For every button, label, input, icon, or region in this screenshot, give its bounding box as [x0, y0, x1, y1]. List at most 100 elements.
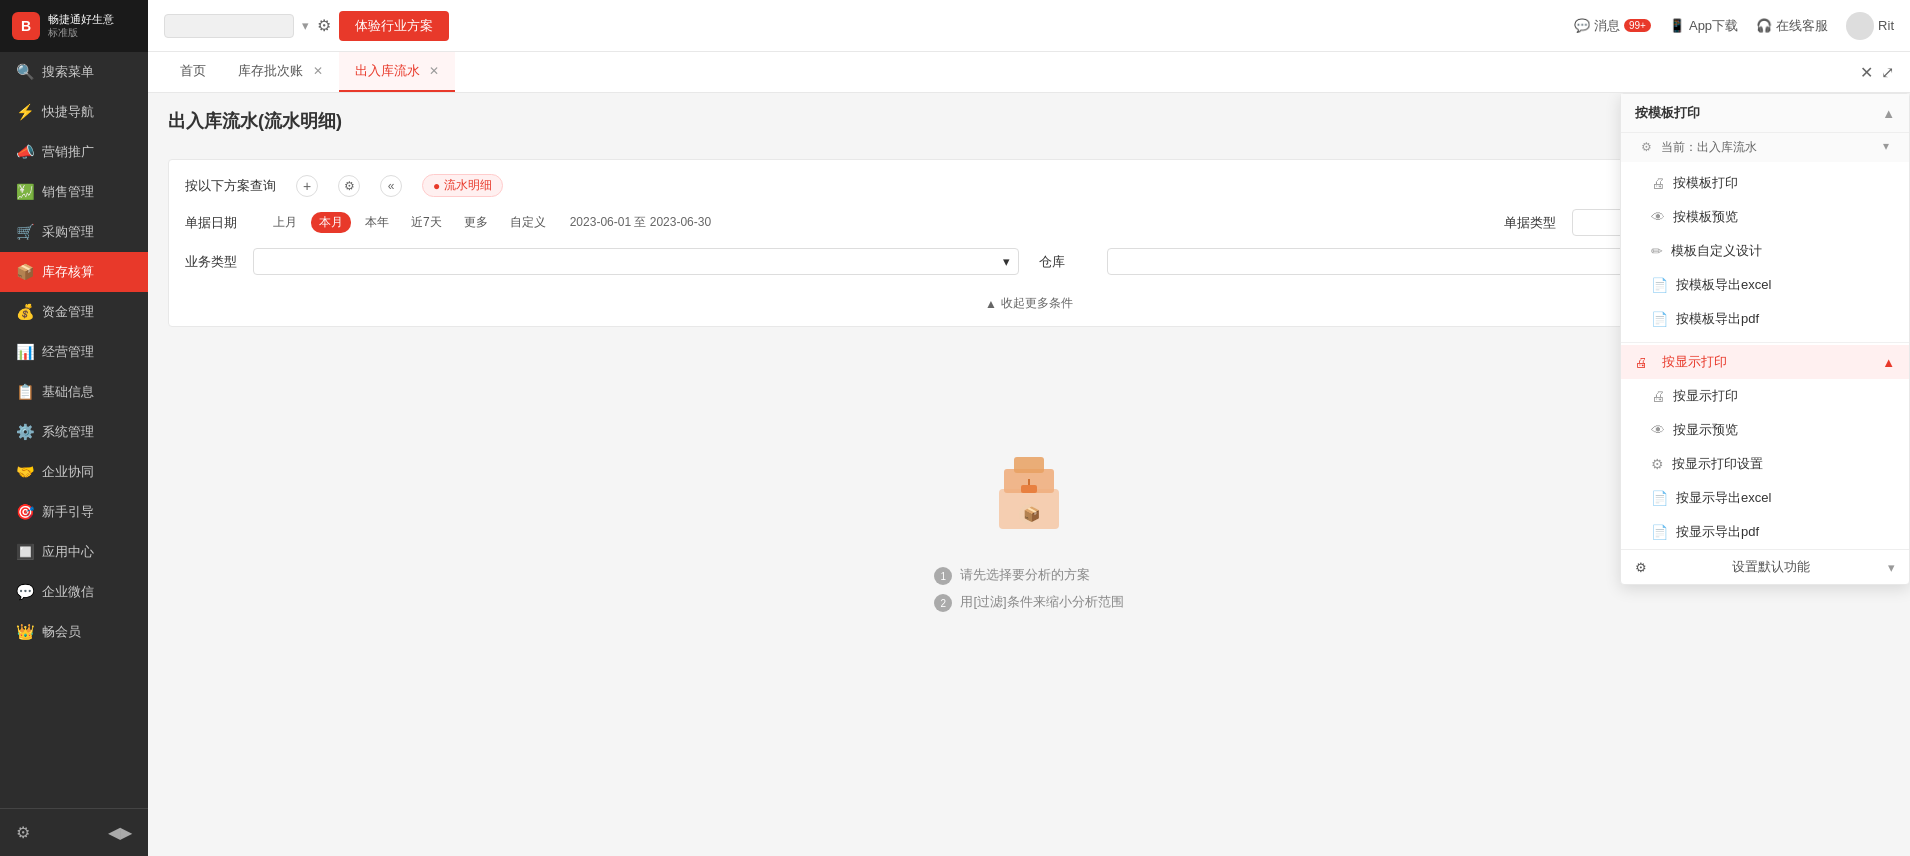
filter-add-button[interactable]: +	[296, 175, 318, 197]
sidebar-item-marketing[interactable]: 📣 营销推广	[0, 132, 148, 172]
sidebar-item-label: 基础信息	[42, 383, 94, 401]
purchase-icon: 🛒	[16, 223, 34, 241]
user-profile[interactable]: Rit	[1846, 12, 1894, 40]
settings-default-icon: ⚙	[1635, 560, 1647, 575]
step-2-text: 用[过滤]条件来缩小分析范围	[960, 593, 1123, 611]
header-left: ▾ ⚙ 体验行业方案	[164, 11, 1562, 41]
sidebar-item-operations[interactable]: 📊 经营管理	[0, 332, 148, 372]
online-service-action[interactable]: 🎧 在线客服	[1756, 17, 1828, 35]
template-export-excel-item[interactable]: 📄 按模板导出excel	[1621, 268, 1909, 302]
sidebar-item-sales[interactable]: 💹 销售管理	[0, 172, 148, 212]
guide-icon: 🎯	[16, 503, 34, 521]
members-icon: 👑	[16, 623, 34, 641]
sidebar-settings-icon[interactable]: ⚙	[16, 823, 30, 842]
tab-inventory-flow-close[interactable]: ✕	[429, 64, 439, 78]
date-btn-more[interactable]: 更多	[456, 212, 496, 233]
template-preview-label: 按模板预览	[1673, 208, 1738, 226]
sidebar-item-guide[interactable]: 🎯 新手引导	[0, 492, 148, 532]
sidebar-item-members[interactable]: 👑 畅会员	[0, 612, 148, 652]
display-print-section-header[interactable]: 🖨 按显示打印 ▲	[1621, 345, 1909, 379]
sidebar-item-finance[interactable]: 💰 资金管理	[0, 292, 148, 332]
sidebar-item-label: 企业微信	[42, 583, 94, 601]
step-1-text: 请先选择要分析的方案	[960, 566, 1090, 584]
date-btn-this-year[interactable]: 本年	[357, 212, 397, 233]
template-print-item[interactable]: 🖨 按模板打印	[1621, 166, 1909, 200]
date-btn-this-month[interactable]: 本月	[311, 212, 351, 233]
template-preview-icon: 👁	[1651, 209, 1665, 225]
template-preview-item[interactable]: 👁 按模板预览	[1621, 200, 1909, 234]
display-print-section-icon: 🖨	[1635, 355, 1648, 370]
filter-settings-button[interactable]: ⚙	[338, 175, 360, 197]
user-name: Rit	[1878, 18, 1894, 33]
phone-icon: 📱	[1669, 18, 1685, 33]
sidebar-item-label: 应用中心	[42, 543, 94, 561]
date-btn-last-month[interactable]: 上月	[265, 212, 305, 233]
tab-inventory-flow[interactable]: 出入库流水 ✕	[339, 52, 456, 92]
sidebar-item-enterprise[interactable]: 🤝 企业协同	[0, 452, 148, 492]
app-center-icon: 🔲	[16, 543, 34, 561]
display-print-item[interactable]: 🖨 按显示打印	[1621, 379, 1909, 413]
tab-expand-button[interactable]: ⤢	[1881, 63, 1894, 82]
sidebar-item-enterprise-wx[interactable]: 💬 企业微信	[0, 572, 148, 612]
collapse-label: 收起更多条件	[1001, 295, 1073, 312]
template-export-pdf-item[interactable]: 📄 按模板导出pdf	[1621, 302, 1909, 336]
sidebar-item-inventory[interactable]: 📦 库存核算	[0, 252, 148, 292]
app-download-action[interactable]: 📱 App下载	[1669, 17, 1738, 35]
template-export-pdf-label: 按模板导出pdf	[1676, 310, 1759, 328]
sidebar-item-search-menu[interactable]: 🔍 搜索菜单	[0, 52, 148, 92]
sidebar-item-app-center[interactable]: 🔲 应用中心	[0, 532, 148, 572]
tab-inventory-flow-label: 出入库流水	[355, 63, 420, 78]
collapse-up-icon: ▲	[985, 297, 997, 311]
display-export-excel-item[interactable]: 📄 按显示导出excel	[1621, 481, 1909, 515]
dropdown-header: 按模板打印 ▲	[1621, 94, 1909, 133]
current-template-item[interactable]: ⚙ 当前：出入库流水 ▾	[1621, 133, 1909, 162]
display-print-settings-item[interactable]: ⚙ 按显示打印设置	[1621, 447, 1909, 481]
template-custom-item[interactable]: ✏ 模板自定义设计	[1621, 234, 1909, 268]
tab-batch-account[interactable]: 库存批次账 ✕	[222, 52, 339, 92]
tab-right-controls: ✕ ⤢	[1860, 63, 1894, 82]
collapse-conditions-button[interactable]: ▲ 收起更多条件	[985, 295, 1073, 312]
sidebar-item-label: 采购管理	[42, 223, 94, 241]
display-export-pdf-icon: 📄	[1651, 524, 1668, 540]
message-action[interactable]: 💬 消息 99+	[1574, 17, 1651, 35]
dropdown-chevron-up: ▲	[1882, 106, 1895, 121]
sidebar-bottom: ⚙ ◀▶	[0, 808, 148, 856]
sidebar-item-label: 经营管理	[42, 343, 94, 361]
display-export-excel-icon: 📄	[1651, 490, 1668, 506]
display-preview-item[interactable]: 👁 按显示预览	[1621, 413, 1909, 447]
top-header: ▾ ⚙ 体验行业方案 💬 消息 99+ 📱 App下载 🎧 在线客服 Rit	[148, 0, 1910, 52]
template-custom-icon: ✏	[1651, 243, 1663, 259]
industry-solution-button[interactable]: 体验行业方案	[339, 11, 449, 41]
footer-chevron-down: ▾	[1888, 560, 1895, 575]
enterprise-icon: 🤝	[16, 463, 34, 481]
date-btn-last-7-days[interactable]: 近7天	[403, 212, 450, 233]
current-template-label: 当前：出入库流水	[1661, 140, 1757, 154]
sidebar-scroll: 🔍 搜索菜单 ⚡ 快捷导航 📣 营销推广 💹 销售管理 🛒 采购管理 📦 库存核…	[0, 52, 148, 808]
sales-icon: 💹	[16, 183, 34, 201]
display-print-settings-label: 按显示打印设置	[1672, 455, 1763, 473]
template-export-excel-icon: 📄	[1651, 277, 1668, 293]
app-logo: B 畅捷通好生意 标准版	[0, 0, 148, 52]
business-type-select[interactable]: ▾	[253, 248, 1019, 275]
logo-title: 畅捷通好生意	[48, 12, 114, 26]
template-custom-label: 模板自定义设计	[1671, 242, 1762, 260]
header-settings-icon[interactable]: ⚙	[317, 16, 331, 35]
tab-home[interactable]: 首页	[164, 52, 222, 92]
svg-text:📦: 📦	[1023, 506, 1041, 523]
date-btn-custom[interactable]: 自定义	[502, 212, 554, 233]
sidebar-toggle-icon[interactable]: ◀▶	[108, 823, 132, 842]
filter-collapse-btn[interactable]: «	[380, 175, 402, 197]
sidebar-item-system[interactable]: ⚙️ 系统管理	[0, 412, 148, 452]
tab-batch-account-close[interactable]: ✕	[313, 64, 323, 78]
dropdown-footer-settings[interactable]: ⚙ 设置默认功能 ▾	[1621, 549, 1909, 584]
display-export-pdf-item[interactable]: 📄 按显示导出pdf	[1621, 515, 1909, 549]
date-range-display: 2023-06-01 至 2023-06-30	[570, 214, 711, 231]
tab-close-all-button[interactable]: ✕	[1860, 63, 1873, 82]
breadcrumb-input[interactable]	[164, 14, 294, 38]
sidebar-item-basics[interactable]: 📋 基础信息	[0, 372, 148, 412]
template-export-pdf-icon: 📄	[1651, 311, 1668, 327]
sidebar-item-quick-nav[interactable]: ⚡ 快捷导航	[0, 92, 148, 132]
sidebar-item-label: 畅会员	[42, 623, 81, 641]
sidebar-item-purchase[interactable]: 🛒 采购管理	[0, 212, 148, 252]
filter-tag[interactable]: ● 流水明细	[422, 174, 503, 197]
